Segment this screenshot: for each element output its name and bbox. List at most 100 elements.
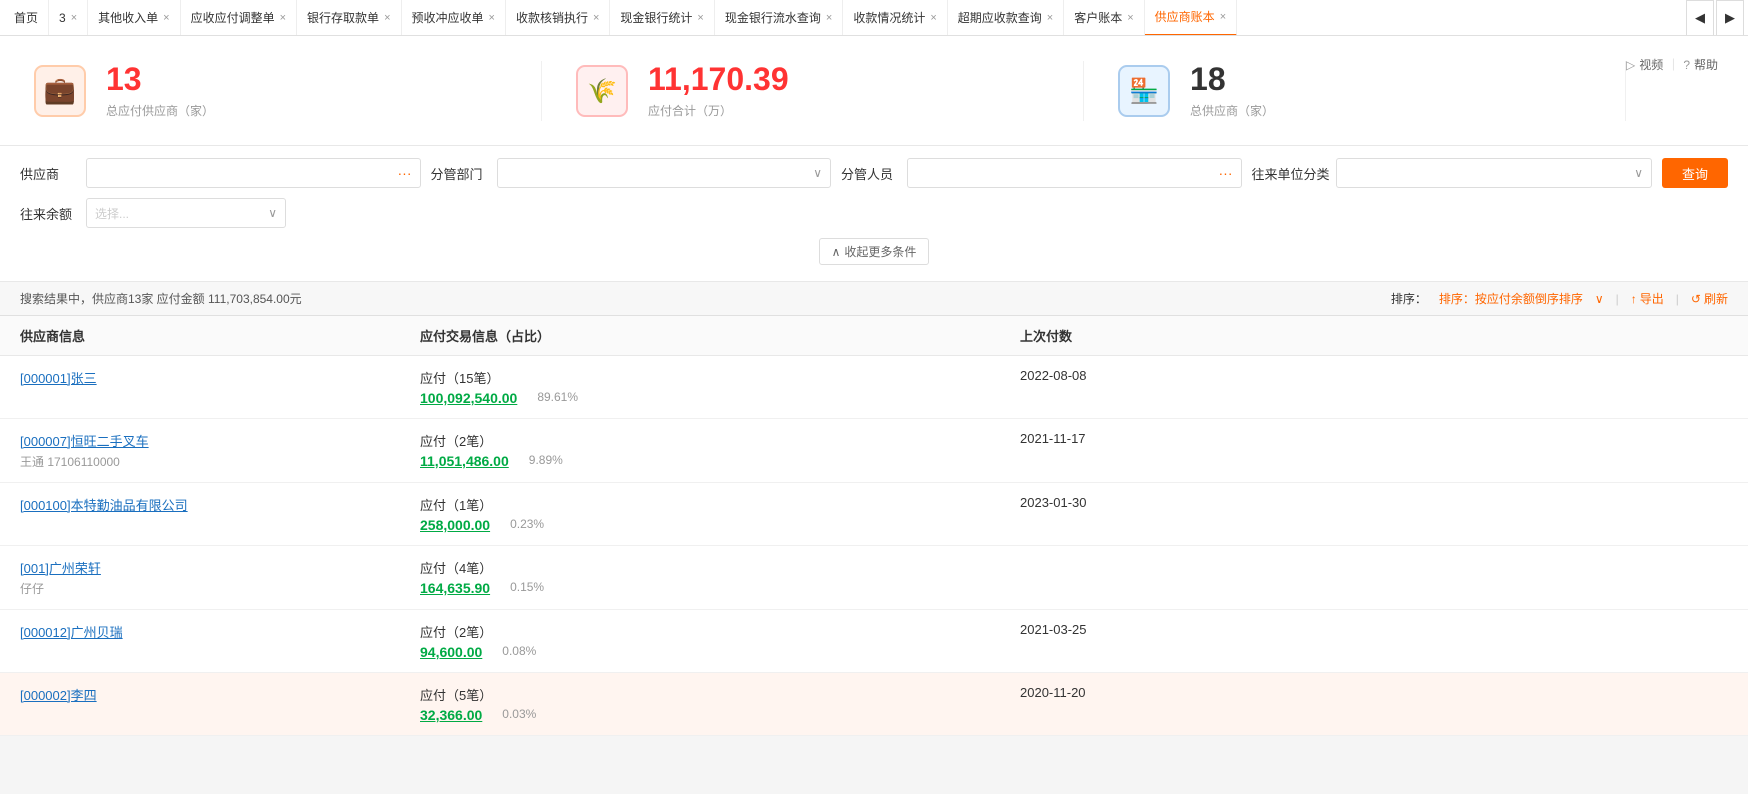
nav-tab-1[interactable]: 3× xyxy=(49,0,88,36)
col-header-lastpay: 上次付数 xyxy=(1020,326,1728,345)
filter-dept: 分管部门 ∨ xyxy=(431,158,832,188)
filter-row-2: 往来余额 选择... ∨ xyxy=(20,198,1728,228)
supplier-input[interactable]: ··· xyxy=(86,158,421,188)
nav-tab-6[interactable]: 收款核销执行× xyxy=(506,0,610,36)
tx-amount-3[interactable]: 164,635.90 xyxy=(420,580,490,596)
tx-amount-5[interactable]: 32,366.00 xyxy=(420,707,482,723)
balance-input[interactable]: 选择... ∨ xyxy=(86,198,286,228)
sort-select[interactable]: 排序：按应付余额倒序排序 xyxy=(1439,290,1583,307)
nav-tab-7[interactable]: 现金银行统计× xyxy=(610,0,714,36)
tx-amount-1[interactable]: 11,051,486.00 xyxy=(420,453,509,469)
tx-label-3: 应付（4笔） xyxy=(420,558,1020,577)
transaction-col-1: 应付（2笔） 11,051,486.00 9.89% xyxy=(420,431,1020,469)
supplier-name-1[interactable]: [000007]恒旺二手叉车 xyxy=(20,431,420,450)
nav-tab-9[interactable]: 收款情况统计× xyxy=(843,0,947,36)
last-pay-date-5: 2020-11-20 xyxy=(1020,685,1086,700)
result-bar: 搜索结果中，供应商13家 应付金额 111,703,854.00元 排序： 排序… xyxy=(0,282,1748,316)
refresh-icon: ↺ xyxy=(1691,292,1701,306)
balance-label: 往来余额 xyxy=(20,204,80,223)
nav-prev-arrow[interactable]: ◀ xyxy=(1686,0,1714,36)
tab-close-icon-6[interactable]: × xyxy=(593,12,599,24)
total-suppliers-label: 总供应商（家） xyxy=(1190,102,1274,119)
tx-pct-5: 0.03% xyxy=(502,707,536,721)
nav-tab-0[interactable]: 首页 xyxy=(4,0,49,36)
last-pay-date-1: 2021-11-17 xyxy=(1020,431,1086,446)
dept-input[interactable]: ∨ xyxy=(497,158,832,188)
filter-area: 供应商 ··· 分管部门 ∨ 分管人员 ··· 往来单位分类 xyxy=(0,146,1748,282)
supplier-info-col: [000012]广州贝瑞 xyxy=(20,622,420,641)
tab-close-icon-12[interactable]: × xyxy=(1220,11,1226,23)
person-text-input[interactable] xyxy=(916,166,1201,180)
tab-close-icon-9[interactable]: × xyxy=(930,12,936,24)
supplier-name-0[interactable]: [000001]张三 xyxy=(20,368,420,387)
nav-tab-11[interactable]: 客户账本× xyxy=(1064,0,1144,36)
supplier-info-col: [000001]张三 xyxy=(20,368,420,387)
tab-close-icon-5[interactable]: × xyxy=(489,12,495,24)
category-dropdown-icon[interactable]: ∨ xyxy=(1634,166,1643,180)
tx-row-5: 32,366.00 0.03% xyxy=(420,704,1020,723)
tab-close-icon-4[interactable]: × xyxy=(384,12,390,24)
nav-tab-5[interactable]: 预收冲应收单× xyxy=(402,0,506,36)
table-body: [000001]张三 应付（15笔） 100,092,540.00 89.61%… xyxy=(0,356,1748,736)
refresh-button[interactable]: ↺ 刷新 xyxy=(1691,290,1728,307)
tx-pct-0: 89.61% xyxy=(537,390,578,404)
supplier-name-2[interactable]: [000100]本特勤油品有限公司 xyxy=(20,495,420,514)
summary-content-1: 13 总应付供应商（家） xyxy=(106,62,214,118)
tx-row-2: 258,000.00 0.23% xyxy=(420,514,1020,533)
table-row[interactable]: [001]广州荣轩 仔仔 应付（4笔） 164,635.90 0.15% xyxy=(0,546,1748,610)
balance-dropdown-icon[interactable]: ∨ xyxy=(268,206,277,220)
supplier-name-3[interactable]: [001]广州荣轩 xyxy=(20,558,420,577)
tab-close-icon-3[interactable]: × xyxy=(280,12,286,24)
dept-text-input[interactable] xyxy=(506,166,791,180)
supplier-label: 供应商 xyxy=(20,164,80,183)
tab-close-icon-10[interactable]: × xyxy=(1047,12,1053,24)
tx-amount-4[interactable]: 94,600.00 xyxy=(420,644,482,660)
nav-tab-4[interactable]: 银行存取款单× xyxy=(297,0,401,36)
tab-close-icon-1[interactable]: × xyxy=(71,12,77,24)
tx-label-1: 应付（2笔） xyxy=(420,431,1020,450)
nav-tab-8[interactable]: 现金银行流水查询× xyxy=(715,0,843,36)
tab-close-icon-11[interactable]: × xyxy=(1127,12,1133,24)
table-row[interactable]: [000007]恒旺二手叉车 王通 17106110000 应付（2笔） 11,… xyxy=(0,419,1748,483)
nav-tab-3[interactable]: 应收应付调整单× xyxy=(181,0,297,36)
tx-row-4: 94,600.00 0.08% xyxy=(420,641,1020,660)
person-input[interactable]: ··· xyxy=(907,158,1242,188)
supplier-dots-icon[interactable]: ··· xyxy=(398,165,412,181)
dept-dropdown-icon[interactable]: ∨ xyxy=(813,166,822,180)
supplier-icon: 💼 xyxy=(30,61,90,121)
supplier-sub-1: 王通 17106110000 xyxy=(20,453,420,470)
video-link[interactable]: 视频 xyxy=(1639,56,1663,73)
tab-close-icon-8[interactable]: × xyxy=(826,12,832,24)
supplier-name-4[interactable]: [000012]广州贝瑞 xyxy=(20,622,420,641)
supplier-name-5[interactable]: [000002]李四 xyxy=(20,685,420,704)
video-icon: ▷ xyxy=(1626,58,1635,72)
table-row[interactable]: [000012]广州贝瑞 应付（2笔） 94,600.00 0.08% 2021… xyxy=(0,610,1748,673)
query-button[interactable]: 查询 xyxy=(1662,158,1728,188)
help-link[interactable]: 帮助 xyxy=(1694,56,1718,73)
summary-content-3: 18 总供应商（家） xyxy=(1190,62,1274,118)
tx-amount-0[interactable]: 100,092,540.00 xyxy=(420,390,517,406)
filter-supplier: 供应商 ··· xyxy=(20,158,421,188)
tx-amount-2[interactable]: 258,000.00 xyxy=(420,517,490,533)
tx-label-0: 应付（15笔） xyxy=(420,368,1020,387)
tab-close-icon-7[interactable]: × xyxy=(697,12,703,24)
nav-tab-12[interactable]: 供应商账本× xyxy=(1145,0,1237,36)
lastpay-col-4: 2021-03-25 xyxy=(1020,622,1728,637)
category-input[interactable]: ∨ xyxy=(1336,158,1652,188)
tab-close-icon-2[interactable]: × xyxy=(163,12,169,24)
collapse-label: 收起更多条件 xyxy=(844,243,916,260)
person-dots-icon[interactable]: ··· xyxy=(1219,165,1233,181)
supplier-text-input[interactable] xyxy=(95,166,380,180)
summary-content-2: 11,170.39 应付合计（万） xyxy=(648,62,789,118)
export-button[interactable]: ↑ 导出 xyxy=(1631,290,1664,307)
table-row[interactable]: [000100]本特勤油品有限公司 应付（1笔） 258,000.00 0.23… xyxy=(0,483,1748,546)
transaction-col-5: 应付（5笔） 32,366.00 0.03% xyxy=(420,685,1020,723)
nav-next-arrow[interactable]: ▶ xyxy=(1716,0,1744,36)
table-row[interactable]: [000001]张三 应付（15笔） 100,092,540.00 89.61%… xyxy=(0,356,1748,419)
nav-tab-10[interactable]: 超期应收款查询× xyxy=(948,0,1064,36)
nav-tab-2[interactable]: 其他收入单× xyxy=(88,0,180,36)
category-text-input[interactable] xyxy=(1345,166,1614,180)
table-row[interactable]: [000002]李四 应付（5笔） 32,366.00 0.03% 2020-1… xyxy=(0,673,1748,736)
collapse-button[interactable]: ∧ 收起更多条件 xyxy=(819,238,930,265)
sort-dropdown-icon[interactable]: ∨ xyxy=(1595,292,1604,306)
